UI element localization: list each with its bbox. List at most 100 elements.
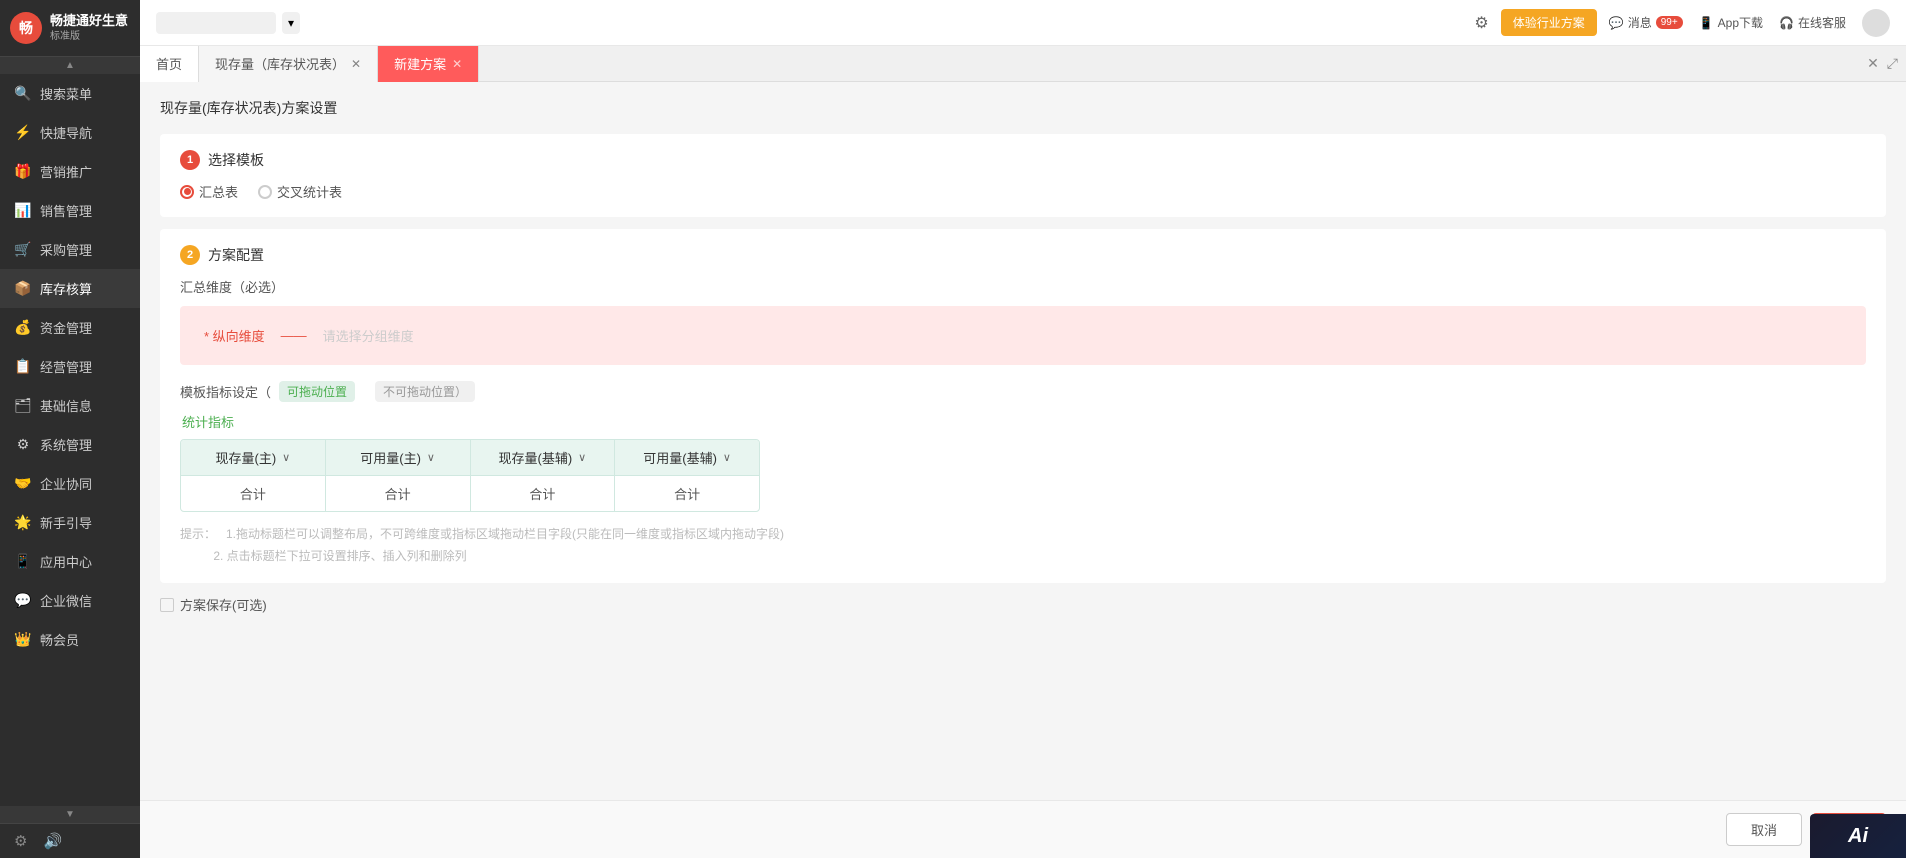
sidebar-nav: 🔍 搜索菜单 ⚡ 快捷导航 🎁 营销推广 📊 销售管理 🛒 采购管理 📦 库存核…	[0, 74, 140, 806]
operation-icon: 📋	[14, 358, 32, 376]
sidebar: 畅 畅捷通好生意 标准版 ▲ 🔍 搜索菜单 ⚡ 快捷导航 🎁 营销推广 📊 销售…	[0, 0, 140, 858]
app-download-icon: 📱	[1699, 16, 1714, 30]
cancel-button[interactable]: 取消	[1726, 813, 1802, 846]
sidebar-item-label: 采购管理	[40, 240, 92, 259]
save-option: 方案保存(可选)	[160, 595, 1886, 614]
radio-cross[interactable]: 交叉统计表	[258, 182, 342, 201]
new-plan-tab-close-icon[interactable]: ✕	[452, 57, 462, 71]
required-row: * 纵向维度 —— 请选择分组维度	[204, 326, 1842, 345]
close-all-tabs-icon[interactable]: ✕	[1867, 55, 1879, 72]
draggable-badge: 可拖动位置	[279, 381, 355, 402]
sidebar-item-app-center[interactable]: 📱 应用中心	[0, 542, 140, 581]
logo-icon: 畅	[10, 12, 42, 44]
tab-inventory-status[interactable]: 现存量（库存状况表） ✕	[199, 46, 378, 82]
industry-solution-button[interactable]: 体验行业方案	[1501, 9, 1597, 36]
sidebar-item-label: 库存核算	[40, 279, 92, 298]
stats-section-label: 统计指标	[180, 412, 1866, 431]
sales-icon: 📊	[14, 202, 32, 220]
app-download-btn[interactable]: 📱 App下载	[1699, 14, 1763, 31]
message-icon: 💬	[1609, 16, 1624, 30]
stats-table: 现存量(主) ∨ 可用量(主) ∨ 现存量(基辅) ∨ 可用量(基辅) ∨	[180, 439, 760, 512]
sidebar-item-sales[interactable]: 📊 销售管理	[0, 191, 140, 230]
sidebar-item-system[interactable]: ⚙ 系统管理	[0, 425, 140, 464]
user-avatar[interactable]	[1862, 9, 1890, 37]
sidebar-scroll-down[interactable]: ▼	[0, 806, 140, 823]
stats-header-dropdown-3[interactable]: ∨	[578, 451, 586, 464]
settings-icon[interactable]: ⚙	[14, 832, 27, 850]
logo-char: 畅	[19, 18, 33, 38]
save-checkbox[interactable]	[160, 598, 174, 612]
sidebar-scroll-up[interactable]: ▲	[0, 57, 140, 74]
step1-label: 1 选择模板	[180, 150, 1866, 170]
sidebar-item-quick-nav[interactable]: ⚡ 快捷导航	[0, 113, 140, 152]
inventory-tab-close-icon[interactable]: ✕	[351, 57, 361, 71]
stats-header-cell-4[interactable]: 可用量(基辅) ∨	[615, 440, 759, 475]
sidebar-item-inventory[interactable]: 📦 库存核算	[0, 269, 140, 308]
sidebar-item-label: 应用中心	[40, 552, 92, 571]
stats-header-dropdown-4[interactable]: ∨	[723, 451, 731, 464]
message-badge: 99+	[1656, 16, 1683, 29]
expand-tabs-icon[interactable]: ⤢	[1887, 55, 1898, 72]
tab-home[interactable]: 首页	[140, 46, 199, 82]
wechat-icon: 💬	[14, 592, 32, 610]
sidebar-item-finance[interactable]: 💰 资金管理	[0, 308, 140, 347]
gear-button[interactable]: ⚙	[1474, 13, 1488, 33]
save-option-label: 方案保存(可选)	[180, 595, 267, 614]
sidebar-item-basic-info[interactable]: 🗂 基础信息	[0, 386, 140, 425]
app-download-label: App下载	[1718, 14, 1763, 31]
sidebar-item-purchase[interactable]: 🛒 采购管理	[0, 230, 140, 269]
online-service-btn[interactable]: 🎧 在线客服	[1779, 14, 1846, 31]
stats-header-label-3: 现存量(基辅)	[499, 448, 573, 467]
search-dropdown-btn[interactable]: ▾	[282, 12, 300, 34]
sidebar-footer: ⚙ 🔊	[0, 823, 140, 858]
topbar: ▾ ⚙ 体验行业方案 💬 消息 99+ 📱 App下载 🎧 在线客服	[140, 0, 1906, 46]
dim-dash: ——	[281, 328, 307, 343]
audio-icon[interactable]: 🔊	[43, 832, 62, 850]
radio-summary-dot	[184, 188, 191, 195]
sidebar-item-member[interactable]: 👑 畅会员	[0, 620, 140, 659]
sidebar-item-label: 快捷导航	[40, 123, 92, 142]
sidebar-item-enterprise[interactable]: 🤝 企业协同	[0, 464, 140, 503]
tabs-actions: ✕ ⤢	[1867, 55, 1906, 72]
sidebar-item-label: 畅会员	[40, 630, 79, 649]
step1-title: 选择模板	[208, 150, 264, 170]
content-area: 现存量(库存状况表)方案设置 1 选择模板 汇总表 交叉统计表	[140, 82, 1906, 800]
purchase-icon: 🛒	[14, 241, 32, 259]
app-center-icon: 📱	[14, 553, 32, 571]
stats-header-cell-1[interactable]: 现存量(主) ∨	[181, 440, 326, 475]
ai-fab-button[interactable]: Ai	[1810, 814, 1906, 858]
enterprise-icon: 🤝	[14, 475, 32, 493]
sidebar-item-new-guide[interactable]: 🌟 新手引导	[0, 503, 140, 542]
stats-header-label-2: 可用量(主)	[360, 448, 421, 467]
sidebar-item-wechat[interactable]: 💬 企业微信	[0, 581, 140, 620]
template-radio-group: 汇总表 交叉统计表	[180, 182, 1866, 201]
non-draggable-badge: 不可拖动位置）	[375, 381, 475, 402]
sidebar-item-label: 基础信息	[40, 396, 92, 415]
stats-header-cell-3[interactable]: 现存量(基辅) ∨	[471, 440, 616, 475]
tips-section: 提示： 1.拖动标题栏可以调整布局，不可跨维度或指标区域拖动栏目字段(只能在同一…	[180, 524, 1866, 567]
stats-header-cell-2[interactable]: 可用量(主) ∨	[326, 440, 471, 475]
logo-text: 畅捷通好生意 标准版	[50, 13, 128, 43]
step1-num: 1	[180, 150, 200, 170]
sidebar-item-marketing[interactable]: 🎁 营销推广	[0, 152, 140, 191]
sidebar-item-label: 新手引导	[40, 513, 92, 532]
stats-header-dropdown-2[interactable]: ∨	[427, 451, 435, 464]
stats-data-cell-1-3: 合计	[471, 476, 616, 511]
radio-summary[interactable]: 汇总表	[180, 182, 238, 201]
vertical-dim-label: * 纵向维度	[204, 326, 265, 345]
marketing-icon: 🎁	[14, 163, 32, 181]
sidebar-item-search-menu[interactable]: 🔍 搜索菜单	[0, 74, 140, 113]
sidebar-item-operation[interactable]: 📋 经营管理	[0, 347, 140, 386]
headset-icon: 🎧	[1779, 16, 1794, 30]
tip-2: 2. 点击标题栏下拉可设置排序、插入列和删除列	[180, 546, 1866, 568]
dim-select-hint[interactable]: 请选择分组维度	[323, 326, 414, 345]
message-btn[interactable]: 💬 消息 99+	[1609, 14, 1683, 31]
sidebar-item-label: 搜索菜单	[40, 84, 92, 103]
new-guide-icon: 🌟	[14, 514, 32, 532]
stats-header-dropdown-1[interactable]: ∨	[282, 451, 290, 464]
search-input[interactable]	[156, 12, 276, 34]
sidebar-item-label: 销售管理	[40, 201, 92, 220]
logo-title: 畅捷通好生意	[50, 13, 128, 30]
topbar-search-area: ▾	[156, 12, 1462, 34]
tab-new-plan[interactable]: 新建方案 ✕	[378, 46, 479, 82]
